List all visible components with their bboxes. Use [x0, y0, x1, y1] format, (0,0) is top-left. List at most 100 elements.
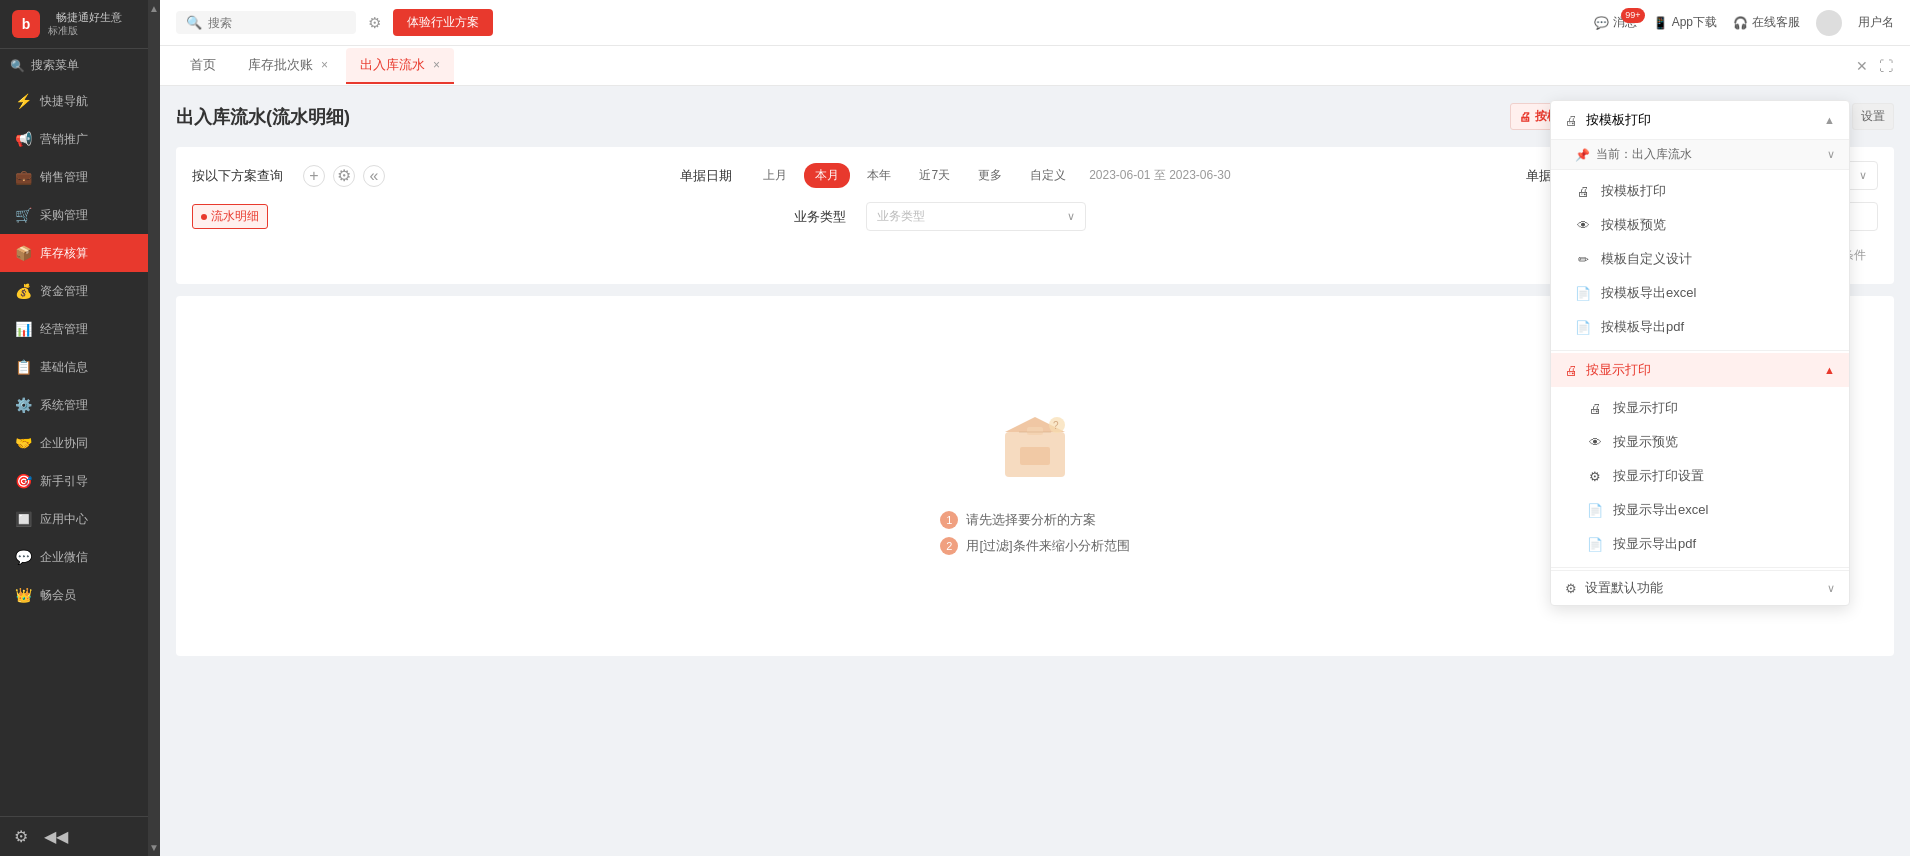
sidebar-item-finance[interactable]: 💰 资金管理 — [0, 272, 148, 310]
sidebar-item-quick-nav[interactable]: ⚡ 快捷导航 — [0, 82, 148, 120]
step-num-2: 2 — [940, 537, 958, 555]
window-maximize-btn[interactable]: ⛶ — [1878, 58, 1894, 74]
avatar-name[interactable]: 用户名 — [1858, 14, 1894, 31]
filter-settings-btn[interactable]: ⚙ — [333, 165, 355, 187]
dropdown-footer[interactable]: ⚙ 设置默认功能 ∨ — [1551, 570, 1849, 605]
dropdown-item-display-excel[interactable]: 📄 按显示导出excel — [1551, 493, 1849, 527]
footer-arrow[interactable]: ∨ — [1827, 582, 1835, 595]
dropdown-item-template-pdf[interactable]: 📄 按模板导出pdf — [1551, 310, 1849, 344]
purchase-icon: 🛒 — [14, 206, 32, 224]
dropdown-header-arrow[interactable]: ▲ — [1824, 114, 1835, 126]
date-range-display: 2023-06-01 至 2023-06-30 — [1089, 167, 1230, 184]
app-download-label: App下载 — [1672, 14, 1717, 31]
current-flow-icon: 📌 — [1575, 148, 1590, 162]
current-arrow[interactable]: ∨ — [1827, 148, 1835, 161]
dropdown-header-label: 按模板打印 — [1586, 111, 1651, 129]
online-service-label: 在线客服 — [1752, 14, 1800, 31]
sidebar-item-sales[interactable]: 💼 销售管理 — [0, 158, 148, 196]
collapse-sidebar-icon[interactable]: ◀◀ — [44, 827, 68, 846]
dropdown-item-display-preview[interactable]: 👁 按显示预览 — [1551, 425, 1849, 459]
dropdown-item-label: 模板自定义设计 — [1601, 250, 1692, 268]
sidebar-item-marketing[interactable]: 📢 营销推广 — [0, 120, 148, 158]
header-gear-icon[interactable]: ⚙ — [368, 14, 381, 32]
footer-divider — [1551, 567, 1849, 568]
date-filter-tags: 上月 本月 本年 近7天 更多 自定义 2023-06-01 至 2023-06… — [752, 163, 1230, 188]
filter-add-btns: + ⚙ « — [303, 165, 385, 187]
tab-inventory-batch[interactable]: 库存批次账 × — [234, 48, 342, 84]
members-icon: 👑 — [14, 586, 32, 604]
sidebar-item-purchase[interactable]: 🛒 采购管理 — [0, 196, 148, 234]
search-icon: 🔍 — [10, 59, 25, 73]
tab-inout-flow[interactable]: 出入库流水 × — [346, 48, 454, 84]
dropdown-item-label: 按模板导出excel — [1601, 284, 1696, 302]
date-tag-more[interactable]: 更多 — [967, 163, 1013, 188]
settings-gear-icon[interactable]: ⚙ — [14, 827, 28, 846]
filter-scheme-label: 按以下方案查询 — [192, 167, 283, 185]
dropdown-item-template-print[interactable]: 🖨 按模板打印 — [1551, 174, 1849, 208]
sidebar-item-corp-collab[interactable]: 🤝 企业协同 — [0, 424, 148, 462]
trial-btn[interactable]: 体验行业方案 — [393, 9, 493, 36]
scroll-down-arrow[interactable]: ▼ — [149, 839, 159, 856]
date-tag-this-year[interactable]: 本年 — [856, 163, 902, 188]
scroll-up-arrow[interactable]: ▲ — [149, 0, 159, 17]
window-close-btn[interactable]: ✕ — [1854, 58, 1870, 74]
dropdown-item-label: 按显示导出excel — [1613, 501, 1708, 519]
sidebar-item-members[interactable]: 👑 畅会员 — [0, 576, 148, 614]
dropdown-item-display-print[interactable]: 🖨 按显示打印 — [1551, 391, 1849, 425]
sidebar-item-corp-wechat[interactable]: 💬 企业微信 — [0, 538, 148, 576]
template-pdf-icon: 📄 — [1575, 319, 1591, 335]
avatar[interactable] — [1816, 10, 1842, 36]
sidebar-item-newbie[interactable]: 🎯 新手引导 — [0, 462, 148, 500]
date-tag-last-month[interactable]: 上月 — [752, 163, 798, 188]
empty-step-1: 1 请先选择要分析的方案 — [940, 511, 1129, 529]
biz-type-arrow: ∨ — [1067, 210, 1075, 223]
dropdown-item-display-pdf[interactable]: 📄 按显示导出pdf — [1551, 527, 1849, 561]
header-search-bar[interactable]: 🔍 — [176, 11, 356, 34]
tab-close-inventory-batch[interactable]: × — [321, 58, 328, 72]
sidebar-item-inventory[interactable]: 📦 库存核算 — [0, 234, 148, 272]
sidebar-item-app-center[interactable]: 🔲 应用中心 — [0, 500, 148, 538]
dropdown-header[interactable]: 🖨 按模板打印 ▲ — [1551, 101, 1849, 140]
template-design-icon: ✏ — [1575, 251, 1591, 267]
online-service-action[interactable]: 🎧 在线客服 — [1733, 14, 1800, 31]
dropdown-item-label: 按显示打印设置 — [1613, 467, 1704, 485]
display-section-arrow[interactable]: ▲ — [1824, 364, 1835, 376]
sidebar-item-label: 新手引导 — [40, 473, 88, 490]
tag-dot — [201, 214, 207, 220]
sidebar-item-label: 应用中心 — [40, 511, 88, 528]
sidebar: b 畅捷通好生意 标准版 🔍 搜索菜单 ⚡ 快捷导航 📢 营销推广 💼 销售管理 — [0, 0, 148, 856]
app-download-action[interactable]: 📱 App下载 — [1653, 14, 1717, 31]
message-action[interactable]: 💬 消息 99+ — [1594, 14, 1637, 31]
print-icon: 🖨 — [1519, 110, 1531, 124]
dropdown-item-display-settings[interactable]: ⚙ 按显示打印设置 — [1551, 459, 1849, 493]
dropdown-item-template-design[interactable]: ✏ 模板自定义设计 — [1551, 242, 1849, 276]
dropdown-item-template-preview[interactable]: 👁 按模板预览 — [1551, 208, 1849, 242]
sidebar-item-basics[interactable]: 📋 基础信息 — [0, 348, 148, 386]
quick-nav-icon: ⚡ — [14, 92, 32, 110]
sidebar-item-system[interactable]: ⚙️ 系统管理 — [0, 386, 148, 424]
tab-home[interactable]: 首页 — [176, 48, 230, 84]
section-divider — [1551, 350, 1849, 351]
tab-close-inout-flow[interactable]: × — [433, 58, 440, 72]
template-preview-icon: 👁 — [1575, 217, 1591, 233]
dropdown-item-label: 按模板打印 — [1601, 182, 1666, 200]
add-condition-btn[interactable]: + — [303, 165, 325, 187]
date-tag-7-days[interactable]: 近7天 — [908, 163, 961, 188]
footer-label: 设置默认功能 — [1585, 579, 1663, 597]
sidebar-search[interactable]: 🔍 搜索菜单 — [0, 49, 148, 82]
sidebar-item-label: 销售管理 — [40, 169, 88, 186]
empty-illustration: ? — [985, 397, 1085, 497]
template-print-item-icon: 🖨 — [1575, 183, 1591, 199]
sidebar-item-label: 营销推广 — [40, 131, 88, 148]
settings-btn[interactable]: 设置 — [1852, 103, 1894, 130]
header-search-input[interactable] — [208, 16, 346, 30]
filter-collapse-btn[interactable]: « — [363, 165, 385, 187]
app-brand: 畅捷通好生意 — [56, 10, 122, 24]
sidebar-item-operations[interactable]: 📊 经营管理 — [0, 310, 148, 348]
dropdown-item-template-excel[interactable]: 📄 按模板导出excel — [1551, 276, 1849, 310]
dropdown-item-label: 按显示导出pdf — [1613, 535, 1696, 553]
dropdown-display-section-header[interactable]: 🖨 按显示打印 ▲ — [1551, 353, 1849, 387]
date-tag-custom[interactable]: 自定义 — [1019, 163, 1077, 188]
date-tag-this-month[interactable]: 本月 — [804, 163, 850, 188]
biz-type-select[interactable]: 业务类型 ∨ — [866, 202, 1086, 231]
